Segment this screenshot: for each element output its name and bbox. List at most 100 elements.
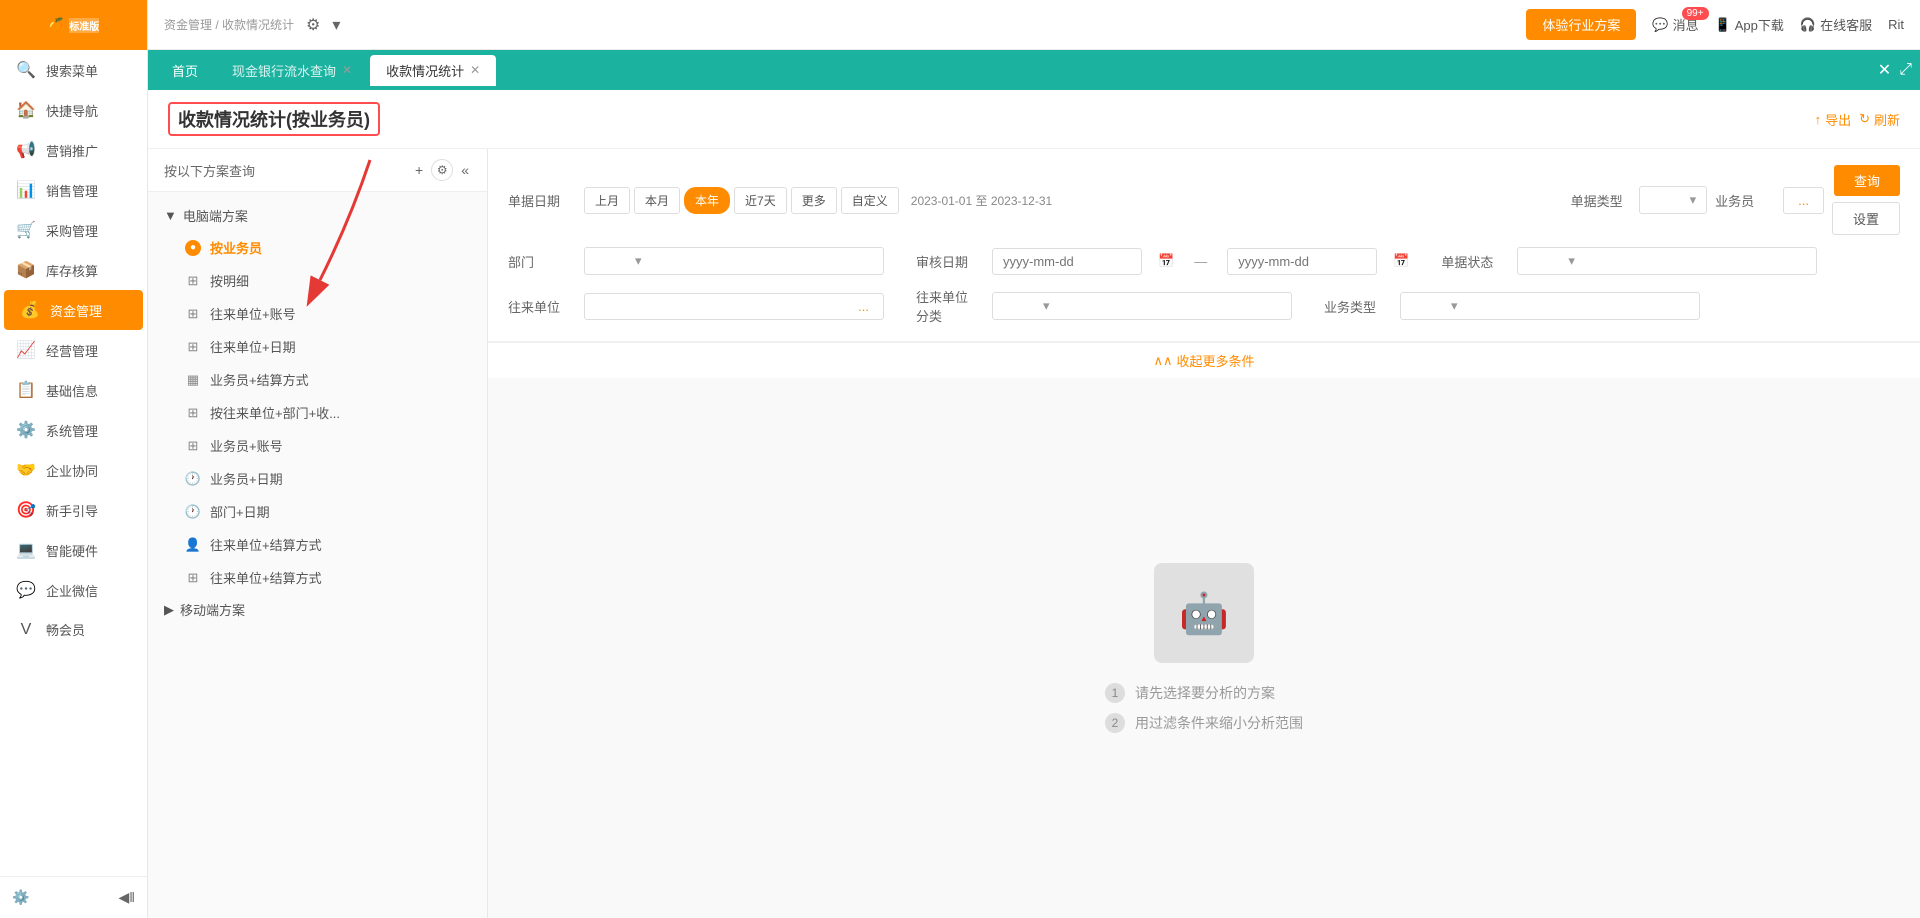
tab-receipt-stats[interactable]: 收款情况统计 ✕	[370, 55, 496, 86]
sidebar-settings-btn[interactable]: ⚙️	[10, 887, 31, 908]
sidebar-item-system[interactable]: ⚙️ 系统管理	[0, 410, 147, 450]
tree-item-by-salesman[interactable]: ● 按业务员	[148, 231, 487, 264]
sidebar-item-purchase[interactable]: 🛒 采购管理	[0, 210, 147, 250]
partner-more-btn[interactable]: ...	[858, 299, 869, 314]
sidebar-item-marketing[interactable]: 📢 营销推广	[0, 130, 147, 170]
business-type-select[interactable]: ▾	[1400, 292, 1700, 320]
sidebar-item-guide[interactable]: 🎯 新手引导	[0, 490, 147, 530]
salesman-settlement-icon: ▦	[184, 371, 202, 389]
tree-item-partner-settlement1[interactable]: 👤 往来单位+结算方式	[148, 528, 487, 561]
sidebar-item-enterprise[interactable]: 🤝 企业协同	[0, 450, 147, 490]
industry-btn[interactable]: 体验行业方案	[1526, 9, 1636, 40]
tree-item-partner-settlement2[interactable]: ⊞ 往来单位+结算方式	[148, 561, 487, 594]
voucher-type-select[interactable]: ▾	[1639, 186, 1708, 214]
tab-bank-flow-label: 现金银行流水查询	[232, 61, 336, 80]
messages-btn[interactable]: 💬 消息 99+	[1652, 15, 1698, 34]
tree-item-label: 按往来单位+部门+收...	[210, 403, 340, 422]
header-gear-btn[interactable]: ⚙	[306, 15, 320, 35]
tree-item-salesman-settlement[interactable]: ▦ 业务员+结算方式	[148, 363, 487, 396]
partner-category-select[interactable]: ▾	[992, 292, 1292, 320]
app-download-btn[interactable]: 📱 App下载	[1715, 15, 1784, 34]
page-container: 收款情况统计(按业务员) ↑ 导出 ↻ 刷新	[148, 90, 1920, 918]
tree-item-partner-date[interactable]: ⊞ 往来单位+日期	[148, 330, 487, 363]
tab-receipt-stats-close[interactable]: ✕	[470, 63, 480, 77]
sidebar-item-sales[interactable]: 📊 销售管理	[0, 170, 147, 210]
tree-item-partner-dept[interactable]: ⊞ 按往来单位+部门+收...	[148, 396, 487, 429]
tree-item-salesman-date[interactable]: 🕐 业务员+日期	[148, 462, 487, 495]
tab-bar: 首页 现金银行流水查询 ✕ 收款情况统计 ✕ ✕ ⤢	[148, 50, 1920, 90]
breadcrumb: 资金管理 / 收款情况统计	[164, 16, 294, 33]
review-date-from[interactable]	[992, 248, 1142, 275]
page-title-text: 收款情况统计(按业务员)	[178, 106, 370, 132]
set-btn[interactable]: 设置	[1832, 202, 1900, 235]
calendar-icon-from[interactable]: 📅	[1158, 253, 1174, 269]
sidebar-item-search-menu[interactable]: 🔍 搜索菜单	[0, 50, 147, 90]
business-type-label: 业务类型	[1324, 297, 1384, 316]
sidebar-collapse-btn[interactable]: ◀‖	[116, 887, 137, 908]
date-dash: —	[1194, 254, 1207, 269]
filter-area: 单据日期 上月 本月 本年 近7天 更多 自定义 2023-01-01 至 20…	[488, 149, 1920, 342]
logo-badge: 标准版	[69, 18, 99, 33]
home-icon: 🏠	[16, 100, 36, 120]
scheme-settings-btn[interactable]: ⚙	[431, 159, 453, 181]
date-btn-more[interactable]: 更多	[791, 187, 837, 214]
salesman-more-btn[interactable]: ...	[1798, 193, 1809, 208]
sidebar-item-operation[interactable]: 📈 经营管理	[0, 330, 147, 370]
tree-item-label: 部门+日期	[210, 502, 270, 521]
page-header: 收款情况统计(按业务员) ↑ 导出 ↻ 刷新	[148, 90, 1920, 149]
date-btn-this-year[interactable]: 本年	[684, 187, 730, 214]
date-btn-this-month[interactable]: 本月	[634, 187, 680, 214]
refresh-icon: ↻	[1859, 111, 1870, 127]
query-btn[interactable]: 查询	[1834, 165, 1900, 196]
sidebar-item-wechat[interactable]: 💬 企业微信	[0, 570, 147, 610]
sidebar-item-quick-nav[interactable]: 🏠 快捷导航	[0, 90, 147, 130]
sidebar-item-basic-info[interactable]: 📋 基础信息	[0, 370, 147, 410]
tree-item-dept-date[interactable]: 🕐 部门+日期	[148, 495, 487, 528]
operation-icon: 📈	[16, 340, 36, 360]
export-btn[interactable]: ↑ 导出	[1815, 110, 1852, 129]
tree-item-by-detail[interactable]: ⊞ 按明细	[148, 264, 487, 297]
voucher-status-select[interactable]: ▾	[1517, 247, 1817, 275]
header-dropdown-btn[interactable]: ▾	[332, 15, 340, 35]
refresh-btn[interactable]: ↻ 刷新	[1859, 110, 1900, 129]
tree-group-pc[interactable]: ▼ 电脑端方案	[148, 200, 487, 231]
app-download-label: App下载	[1735, 15, 1784, 34]
filter-row-partner: 往来单位 ... 往来单位分类 ▾ 业务类型	[508, 287, 1900, 325]
tab-home[interactable]: 首页	[156, 55, 214, 86]
tree-group-mobile[interactable]: ▶ 移动端方案	[148, 594, 487, 625]
sidebar-item-capital[interactable]: 💰 资金管理	[4, 290, 143, 330]
sales-icon: 📊	[16, 180, 36, 200]
sidebar-footer: ⚙️ ◀‖	[0, 876, 147, 918]
date-btn-custom[interactable]: 自定义	[841, 187, 899, 214]
date-btn-7days[interactable]: 近7天	[734, 187, 787, 214]
salesman-date-icon: 🕐	[184, 470, 202, 488]
sidebar-item-label: 智能硬件	[46, 541, 98, 560]
sidebar-item-member[interactable]: V 畅会员	[0, 610, 147, 649]
tab-bank-flow[interactable]: 现金银行流水查询 ✕	[216, 55, 368, 86]
main-area: 资金管理 / 收款情况统计 ⚙ ▾ 体验行业方案 💬 消息 99+ 📱 App下…	[148, 0, 1920, 918]
online-service-btn[interactable]: 🎧 在线客服	[1800, 15, 1872, 34]
partner-settlement1-icon: 👤	[184, 536, 202, 554]
export-icon: ↑	[1815, 112, 1822, 127]
sidebar-item-inventory[interactable]: 📦 库存核算	[0, 250, 147, 290]
dept-select[interactable]: ▾	[584, 247, 884, 275]
empty-steps: 1 请先选择要分析的方案 2 用过滤条件来缩小分析范围	[1105, 683, 1303, 733]
partner-category-label: 往来单位分类	[916, 287, 976, 325]
tree-item-partner-account[interactable]: ⊞ 往来单位+账号	[148, 297, 487, 330]
action-btn-group: 查询 设置	[1832, 165, 1900, 235]
purchase-icon: 🛒	[16, 220, 36, 240]
add-scheme-btn[interactable]: +	[413, 160, 425, 180]
tree-group-label-text: 电脑端方案	[183, 206, 248, 225]
calendar-icon-to[interactable]: 📅	[1393, 253, 1409, 269]
tab-bank-flow-close[interactable]: ✕	[342, 63, 352, 77]
collapse-bar[interactable]: ∧∧ 收起更多条件	[488, 342, 1920, 378]
panel-collapse-btn[interactable]: «	[459, 160, 471, 180]
review-date-to[interactable]	[1227, 248, 1377, 275]
window-close-btn[interactable]: ✕	[1878, 60, 1891, 80]
dept-caret: ▾	[635, 253, 642, 269]
date-btn-last-month[interactable]: 上月	[584, 187, 630, 214]
window-expand-btn[interactable]: ⤢	[1899, 61, 1912, 79]
sidebar-item-smart-hw[interactable]: 💻 智能硬件	[0, 530, 147, 570]
headset-icon: 🎧	[1800, 17, 1816, 33]
tree-item-salesman-account[interactable]: ⊞ 业务员+账号	[148, 429, 487, 462]
